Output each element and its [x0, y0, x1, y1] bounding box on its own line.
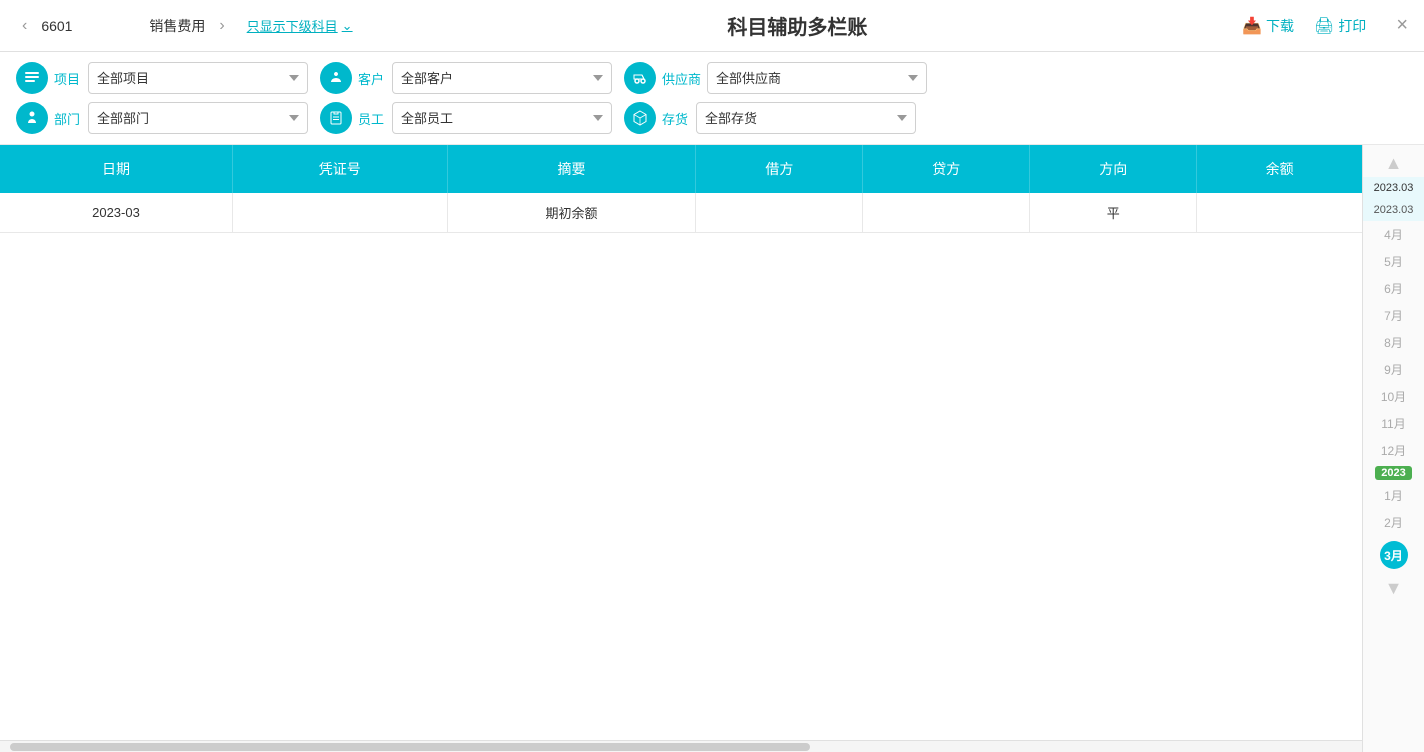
timeline-year-2023[interactable]: 2023: [1363, 464, 1424, 482]
supplier-icon: [624, 62, 656, 94]
print-btn[interactable]: 🖨 打印: [1314, 16, 1366, 36]
timeline-item-12[interactable]: 12月: [1363, 437, 1424, 464]
right-sidebar: ▲ 2023.03 2023.03 4月 5月 6月 7月 8月 9月 10月 …: [1362, 145, 1424, 752]
department-filter-item: 部门 全部部门: [16, 102, 308, 134]
inventory-icon: [624, 102, 656, 134]
show-sub-label: 只显示下级科目: [247, 16, 338, 35]
supplier-label: 供应商: [662, 69, 701, 88]
sidebar-down-btn[interactable]: ▼: [1380, 574, 1408, 602]
header-bar: ‹ 6601 销售费用 › 只显示下级科目 ⌄ 科目辅助多栏账 📥 下载 🖨 打…: [0, 0, 1424, 52]
show-sub-btn[interactable]: 只显示下级科目 ⌄: [247, 16, 353, 35]
timeline-item-6[interactable]: 6月: [1363, 275, 1424, 302]
year-tag-2023: 2023: [1375, 466, 1411, 480]
project-filter-item: 项目 全部项目: [16, 62, 308, 94]
timeline-item-10[interactable]: 10月: [1363, 383, 1424, 410]
account-name: 销售费用: [149, 16, 205, 36]
col-voucher: 凭证号: [232, 145, 447, 193]
timeline-item-2023-03-second[interactable]: 2023.03: [1363, 199, 1424, 221]
nav-prev-btn[interactable]: ‹: [16, 15, 33, 37]
timeline-item-7[interactable]: 7月: [1363, 302, 1424, 329]
department-select[interactable]: 全部部门: [88, 102, 308, 134]
inventory-label: 存货: [662, 109, 690, 128]
project-select[interactable]: 全部项目: [88, 62, 308, 94]
filter-row-1: 项目 全部项目 客户 全部客户: [16, 62, 1408, 94]
filter-section: 项目 全部项目 客户 全部客户: [0, 52, 1424, 145]
cell-date: 2023-03: [0, 193, 232, 233]
print-icon: 🖨: [1314, 16, 1334, 36]
col-date: 日期: [0, 145, 232, 193]
page-title: 科目辅助多栏账: [361, 11, 1235, 40]
col-balance: 余额: [1197, 145, 1362, 193]
nav-next-btn[interactable]: ›: [213, 15, 230, 37]
department-label: 部门: [54, 109, 82, 128]
timeline-item-5[interactable]: 5月: [1363, 248, 1424, 275]
employee-select[interactable]: 全部员工: [392, 102, 612, 134]
download-icon: 📥: [1242, 16, 1262, 36]
current-month-badge: 3月: [1380, 541, 1408, 569]
inventory-select[interactable]: 全部存货: [696, 102, 916, 134]
cell-debit: [696, 193, 863, 233]
cell-balance: [1197, 193, 1362, 233]
supplier-filter-item: 供应商 全部供应商: [624, 62, 927, 94]
timeline-item-9[interactable]: 9月: [1363, 356, 1424, 383]
print-label: 打印: [1338, 16, 1366, 36]
project-label: 项目: [54, 69, 82, 88]
employee-label: 员工: [358, 109, 386, 128]
customer-filter-item: 客户 全部客户: [320, 62, 612, 94]
employee-icon: [320, 102, 352, 134]
timeline-item-1[interactable]: 1月: [1363, 482, 1424, 509]
table-header-row: 日期 凭证号 摘要 借方 贷方 方向 余额: [0, 145, 1362, 193]
inventory-filter-item: 存货 全部存货: [624, 102, 916, 134]
timeline-item-11[interactable]: 11月: [1363, 410, 1424, 437]
timeline-item-2023-03-first[interactable]: 2023.03: [1363, 177, 1424, 199]
scrollbar-thumb[interactable]: [10, 743, 810, 751]
sidebar-up-btn[interactable]: ▲: [1380, 149, 1408, 177]
header-actions: 📥 下载 🖨 打印 ×: [1242, 14, 1408, 37]
timeline-item-3-current[interactable]: 3月: [1363, 536, 1424, 574]
filter-row-2: 部门 全部部门 员工 全部员工: [16, 102, 1408, 134]
content-area: 日期 凭证号 摘要 借方 贷方 方向 余额 2023-03: [0, 145, 1424, 752]
show-sub-chevron-icon: ⌄: [342, 18, 353, 34]
col-debit: 借方: [696, 145, 863, 193]
cell-summary: 期初余额: [447, 193, 696, 233]
timeline-item-8[interactable]: 8月: [1363, 329, 1424, 356]
customer-select[interactable]: 全部客户: [392, 62, 612, 94]
cell-direction: 平: [1030, 193, 1197, 233]
download-btn[interactable]: 📥 下载: [1242, 16, 1294, 36]
customer-icon: [320, 62, 352, 94]
account-code: 6601: [41, 18, 141, 34]
timeline-item-4[interactable]: 4月: [1363, 221, 1424, 248]
download-label: 下载: [1266, 16, 1294, 36]
table-row: 2023-03 期初余额 平: [0, 193, 1362, 233]
close-btn[interactable]: ×: [1396, 14, 1408, 37]
timeline-item-2[interactable]: 2月: [1363, 509, 1424, 536]
department-icon: [16, 102, 48, 134]
project-icon: [16, 62, 48, 94]
main-window: ‹ 6601 销售费用 › 只显示下级科目 ⌄ 科目辅助多栏账 📥 下载 🖨 打…: [0, 0, 1424, 752]
table-area: 日期 凭证号 摘要 借方 贷方 方向 余额 2023-03: [0, 145, 1362, 752]
col-direction: 方向: [1030, 145, 1197, 193]
col-summary: 摘要: [447, 145, 696, 193]
scrollbar-area[interactable]: [0, 740, 1362, 752]
supplier-select[interactable]: 全部供应商: [707, 62, 927, 94]
customer-label: 客户: [358, 69, 386, 88]
cell-credit: [863, 193, 1030, 233]
cell-voucher: [232, 193, 447, 233]
data-table: 日期 凭证号 摘要 借方 贷方 方向 余额 2023-03: [0, 145, 1362, 233]
col-credit: 贷方: [863, 145, 1030, 193]
employee-filter-item: 员工 全部员工: [320, 102, 612, 134]
